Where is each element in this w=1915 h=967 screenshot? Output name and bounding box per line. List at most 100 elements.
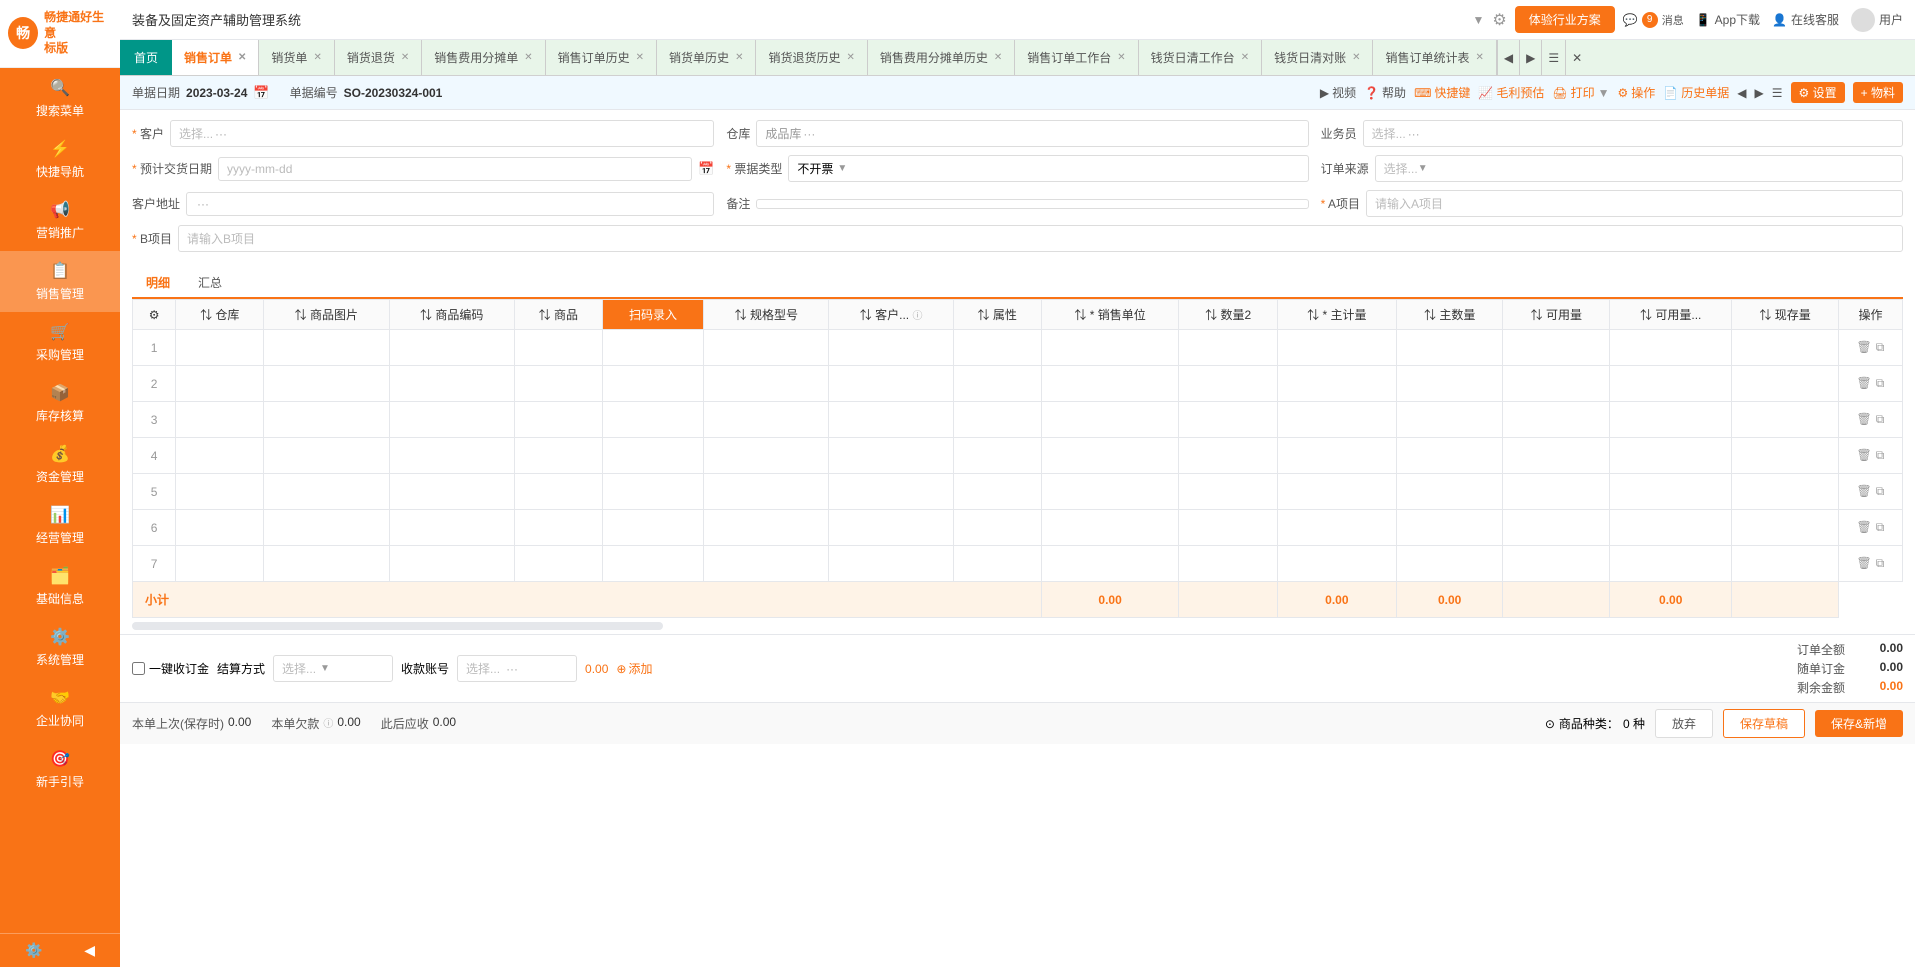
tab-sales-goods[interactable]: 销货单 ✕ bbox=[259, 40, 334, 76]
row-copy-icon[interactable]: ⧉ bbox=[1876, 376, 1885, 390]
add-product-button[interactable]: + 物料 bbox=[1853, 82, 1903, 103]
salesman-input[interactable]: 选择... ··· bbox=[1363, 120, 1903, 147]
message-icon-item[interactable]: 💬 9 消息 bbox=[1623, 12, 1684, 28]
tab-close-icon[interactable]: ✕ bbox=[1241, 52, 1249, 63]
help-btn[interactable]: ❓ 帮助 bbox=[1364, 84, 1406, 101]
shortcut-btn[interactable]: ⌨ 快捷键 bbox=[1414, 84, 1470, 101]
sidebar-item-finance[interactable]: 💰 资金管理 bbox=[0, 434, 120, 495]
tab-sales-stats[interactable]: 销售订单统计表 ✕ bbox=[1373, 40, 1496, 76]
sidebar-item-search[interactable]: 🔍 搜索菜单 bbox=[0, 68, 120, 129]
tab-daily-clear-account[interactable]: 钱货日清对账 ✕ bbox=[1262, 40, 1373, 76]
row-copy-icon[interactable]: ⧉ bbox=[1876, 448, 1885, 462]
online-service-item[interactable]: 👤 在线客服 bbox=[1772, 11, 1839, 28]
sidebar-item-inventory[interactable]: 📦 库存核算 bbox=[0, 373, 120, 434]
row-copy-icon[interactable]: ⧉ bbox=[1876, 520, 1885, 534]
delivery-date-input[interactable]: yyyy-mm-dd bbox=[218, 157, 692, 181]
row-copy-icon[interactable]: ⧉ bbox=[1876, 556, 1885, 570]
a-project-input[interactable]: 请输入A项目 bbox=[1366, 190, 1903, 217]
row-copy-icon[interactable]: ⧉ bbox=[1876, 484, 1885, 498]
horizontal-scrollbar[interactable] bbox=[132, 622, 663, 630]
row-delete-icon[interactable]: 🗑 bbox=[1857, 412, 1872, 426]
tab-close-icon[interactable]: ✕ bbox=[524, 52, 532, 63]
tab-summary[interactable]: 汇总 bbox=[184, 268, 236, 297]
tab-sales-return[interactable]: 销货退货 ✕ bbox=[335, 40, 422, 76]
warehouse-input[interactable]: 成品库 ··· bbox=[756, 120, 1308, 147]
row-delete-icon[interactable]: 🗑 bbox=[1857, 340, 1872, 354]
history-btn[interactable]: 📄 历史单据 bbox=[1663, 84, 1729, 101]
tab-next-button[interactable]: ▶ bbox=[1519, 40, 1541, 76]
tab-menu-button[interactable]: ☰ bbox=[1541, 40, 1565, 76]
tab-close-icon[interactable]: ✕ bbox=[1352, 52, 1360, 63]
tab-fee-history[interactable]: 销售费用分摊单历史 ✕ bbox=[868, 40, 1015, 76]
one-click-checkbox[interactable] bbox=[132, 662, 145, 675]
operation-btn[interactable]: ⚙ 操作 bbox=[1618, 84, 1656, 101]
tab-close-icon[interactable]: ✕ bbox=[846, 52, 854, 63]
b-project-input[interactable]: 请输入B项目 bbox=[178, 225, 1903, 252]
row-delete-icon[interactable]: 🗑 bbox=[1857, 520, 1872, 534]
tab-close-icon[interactable]: ✕ bbox=[401, 52, 409, 63]
tab-close-icon[interactable]: ✕ bbox=[1117, 52, 1125, 63]
collapse-icon[interactable]: ◀ bbox=[84, 942, 95, 959]
row-delete-icon[interactable]: 🗑 bbox=[1857, 376, 1872, 390]
tab-goods-history[interactable]: 销货单历史 ✕ bbox=[657, 40, 756, 76]
industry-solution-button[interactable]: 体验行业方案 bbox=[1515, 6, 1615, 33]
tab-home[interactable]: 首页 bbox=[120, 40, 172, 76]
discard-button[interactable]: 放弃 bbox=[1655, 709, 1713, 738]
settings-icon[interactable]: ⚙ bbox=[1492, 10, 1506, 30]
remark-input[interactable] bbox=[756, 199, 1308, 209]
tab-daily-clear-workbench[interactable]: 钱货日清工作台 ✕ bbox=[1139, 40, 1262, 76]
sidebar-item-operations[interactable]: 📊 经营管理 bbox=[0, 495, 120, 556]
delivery-calendar-icon[interactable]: 📅 bbox=[698, 161, 714, 177]
next-record-btn[interactable]: ▶ bbox=[1755, 86, 1764, 100]
save-draft-button[interactable]: 保存草稿 bbox=[1723, 709, 1805, 738]
tab-close-icon[interactable]: ✕ bbox=[313, 52, 321, 63]
row-delete-icon[interactable]: 🗑 bbox=[1857, 448, 1872, 462]
tab-sales-order[interactable]: 销售订单 ✕ bbox=[172, 40, 259, 76]
user-avatar-item[interactable]: 用户 bbox=[1851, 8, 1903, 32]
tab-sales-history[interactable]: 销售订单历史 ✕ bbox=[546, 40, 657, 76]
print-btn[interactable]: 🖨 打印 ▼ bbox=[1552, 84, 1609, 101]
app-download-item[interactable]: 📱 App下载 bbox=[1696, 11, 1760, 28]
profit-btn[interactable]: 📈 毛利预估 bbox=[1478, 84, 1544, 101]
payment-method-select[interactable]: 选择... ▼ bbox=[273, 655, 393, 682]
invoice-type-select[interactable]: 不开票 ▼ bbox=[788, 155, 1308, 182]
row-delete-icon[interactable]: 🗑 bbox=[1857, 556, 1872, 570]
date-value[interactable]: 2023-03-24 bbox=[186, 86, 247, 100]
tab-detail[interactable]: 明细 bbox=[132, 268, 184, 299]
sidebar-item-guide[interactable]: 🎯 新手引导 bbox=[0, 739, 120, 800]
sidebar-item-sales[interactable]: 📋 销售管理 bbox=[0, 251, 120, 312]
sidebar-item-quicknav[interactable]: ⚡ 快捷导航 bbox=[0, 129, 120, 190]
add-button[interactable]: ⊕ 添加 bbox=[616, 660, 652, 677]
row-delete-icon[interactable]: 🗑 bbox=[1857, 484, 1872, 498]
tab-sales-workbench[interactable]: 销售订单工作台 ✕ bbox=[1015, 40, 1138, 76]
tab-close-icon[interactable]: ✕ bbox=[238, 52, 246, 63]
settings-bottom-icon[interactable]: ⚙️ bbox=[25, 942, 42, 959]
settings-button[interactable]: ⚙ 设置 bbox=[1791, 82, 1845, 103]
sidebar-item-enterprise[interactable]: 🤝 企业协同 bbox=[0, 678, 120, 739]
row-copy-icon[interactable]: ⧉ bbox=[1876, 412, 1885, 426]
save-new-button[interactable]: 保存&新增 bbox=[1815, 710, 1903, 737]
tab-return-history[interactable]: 销货退货历史 ✕ bbox=[756, 40, 867, 76]
col-scan[interactable]: 扫码录入 bbox=[602, 300, 703, 330]
order-source-input[interactable]: 选择... ▼ bbox=[1375, 155, 1903, 182]
tab-fee-split[interactable]: 销售费用分摊单 ✕ bbox=[422, 40, 545, 76]
sidebar-item-purchase[interactable]: 🛒 采购管理 bbox=[0, 312, 120, 373]
customer-address-input[interactable]: ··· bbox=[186, 192, 714, 216]
calendar-icon[interactable]: 📅 bbox=[253, 85, 269, 101]
tab-close-icon[interactable]: ✕ bbox=[1476, 52, 1484, 63]
sidebar-item-system[interactable]: ⚙️ 系统管理 bbox=[0, 617, 120, 678]
view-btn[interactable]: ▶ 视频 bbox=[1320, 84, 1356, 101]
sidebar-item-marketing[interactable]: 📢 营销推广 bbox=[0, 190, 120, 251]
tab-close-all-button[interactable]: ✕ bbox=[1565, 40, 1588, 76]
sidebar-item-basic-info[interactable]: 🗂️ 基础信息 bbox=[0, 556, 120, 617]
tab-close-icon[interactable]: ✕ bbox=[636, 52, 644, 63]
tab-close-icon[interactable]: ✕ bbox=[735, 52, 743, 63]
prev-record-btn[interactable]: ◀ bbox=[1737, 86, 1746, 100]
list-view-btn[interactable]: ☰ bbox=[1772, 86, 1783, 100]
one-click-checkbox-label[interactable]: 一键收订金 bbox=[132, 660, 209, 677]
account-select[interactable]: 选择... ··· bbox=[457, 655, 577, 682]
row-copy-icon[interactable]: ⧉ bbox=[1876, 340, 1885, 354]
tab-close-icon[interactable]: ✕ bbox=[994, 52, 1002, 63]
col-settings[interactable]: ⚙ bbox=[133, 300, 176, 330]
customer-input[interactable]: 选择... ··· bbox=[170, 120, 714, 147]
